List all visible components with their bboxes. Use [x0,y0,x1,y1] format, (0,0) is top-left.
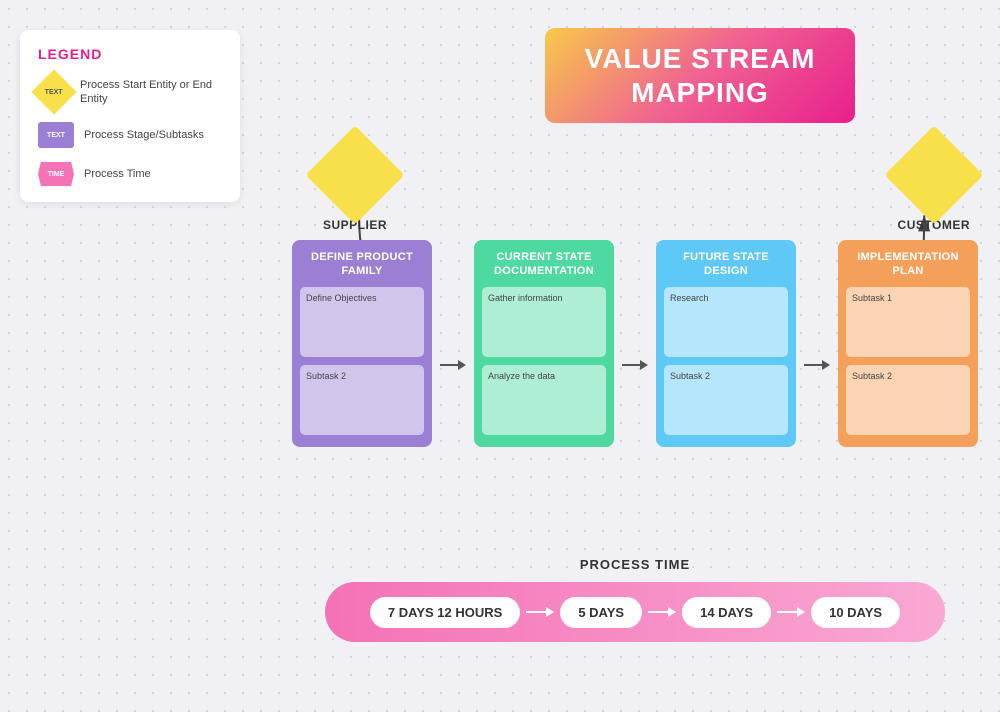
legend-time-label: TIME [48,171,65,178]
customer-diamond [884,126,983,225]
process-title-2: CURRENT STATE DOCUMENTATION [482,250,606,279]
process-title-1: DEFINE PRODUCT FAMILY [300,250,424,279]
time-arrow-line-2 [648,611,668,613]
title-line2: MAPPING [631,77,769,108]
customer-container: CUSTOMER [898,140,970,232]
subtask-card-4-1: Subtask 1 [846,287,970,357]
process-col-4: IMPLEMENTATION PLAN Subtask 1 Subtask 2 [838,240,978,447]
legend-rect-description: Process Stage/Subtasks [84,128,204,142]
process-title-3: FUTURE STATE DESIGN [664,250,788,279]
arrow-3-4 [804,360,830,370]
subtask-card-4-2: Subtask 2 [846,365,970,435]
title-banner: VALUE STREAM MAPPING [420,28,980,123]
legend-rect-label: TEXT [47,132,65,139]
subtask-text-2-2: Analyze the data [488,371,555,381]
time-pill-2: 5 DAYS [560,597,642,628]
process-title-4: IMPLEMENTATION PLAN [846,250,970,279]
arrow-line-2-3 [622,364,640,366]
process-time-section: PROCESS TIME 7 DAYS 12 HOURS 5 DAYS 14 D… [290,557,980,642]
time-arrow-head-1 [546,607,554,617]
subtask-text-4-2: Subtask 2 [852,371,892,381]
arrow-line-3-4 [804,364,822,366]
arrow-head-3-4 [822,360,830,370]
time-arrow-line-1 [526,611,546,613]
time-arrow-1 [526,607,554,617]
subtask-card-2-1: Gather information [482,287,606,357]
page-container: LEGEND TEXT Process Start Entity or End … [0,0,1000,712]
legend-item-diamond: TEXT Process Start Entity or End Entity [38,76,222,108]
supplier-diamond [306,126,405,225]
legend-diamond-description: Process Start Entity or End Entity [80,78,222,107]
legend-diamond-shape: TEXT [31,69,76,114]
subtask-card-3-2: Subtask 2 [664,365,788,435]
time-arrow-3 [777,607,805,617]
subtask-text-3-1: Research [670,293,709,303]
process-time-label: PROCESS TIME [290,557,980,572]
legend-item-rect: TEXT Process Stage/Subtasks [38,122,222,148]
time-pill-1: 7 DAYS 12 HOURS [370,597,520,628]
time-arrow-2 [648,607,676,617]
subtask-text-3-2: Subtask 2 [670,371,710,381]
arrow-head-2-3 [640,360,648,370]
legend-diamond-label: TEXT [45,88,63,95]
title-line1: VALUE STREAM [585,43,816,74]
time-arrow-head-3 [797,607,805,617]
subtask-card-1-1: Define Objectives [300,287,424,357]
subtask-text-1-1: Define Objectives [306,293,377,303]
arrow-line-1-2 [440,364,458,366]
process-col-1: DEFINE PRODUCT FAMILY Define Objectives … [292,240,432,447]
time-pill-4: 10 DAYS [811,597,900,628]
legend-title: LEGEND [38,46,222,62]
time-arrow-line-3 [777,611,797,613]
processes-row: DEFINE PRODUCT FAMILY Define Objectives … [290,240,980,447]
legend-panel: LEGEND TEXT Process Start Entity or End … [20,30,240,202]
legend-rect-shape: TEXT [38,122,74,148]
time-bar: 7 DAYS 12 HOURS 5 DAYS 14 DAYS 10 DAYS [325,582,945,642]
subtask-text-1-2: Subtask 2 [306,371,346,381]
supplier-container: SUPPLIER [320,140,390,232]
process-col-3: FUTURE STATE DESIGN Research Subtask 2 [656,240,796,447]
legend-item-time: TIME Process Time [38,162,222,186]
subtask-text-4-1: Subtask 1 [852,293,892,303]
arrow-head-1-2 [458,360,466,370]
time-arrow-head-2 [668,607,676,617]
subtask-card-2-2: Analyze the data [482,365,606,435]
title-box: VALUE STREAM MAPPING [545,28,856,123]
subtask-card-3-1: Research [664,287,788,357]
time-pill-3: 14 DAYS [682,597,771,628]
legend-time-description: Process Time [84,167,151,181]
arrow-2-3 [622,360,648,370]
legend-time-shape: TIME [38,162,74,186]
arrow-1-2 [440,360,466,370]
title-text: VALUE STREAM MAPPING [585,42,816,109]
subtask-text-2-1: Gather information [488,293,563,303]
process-col-2: CURRENT STATE DOCUMENTATION Gather infor… [474,240,614,447]
diagram-area: SUPPLIER CUSTOMER DEFINE PRODUCT FAMILY … [290,130,980,652]
subtask-card-1-2: Subtask 2 [300,365,424,435]
